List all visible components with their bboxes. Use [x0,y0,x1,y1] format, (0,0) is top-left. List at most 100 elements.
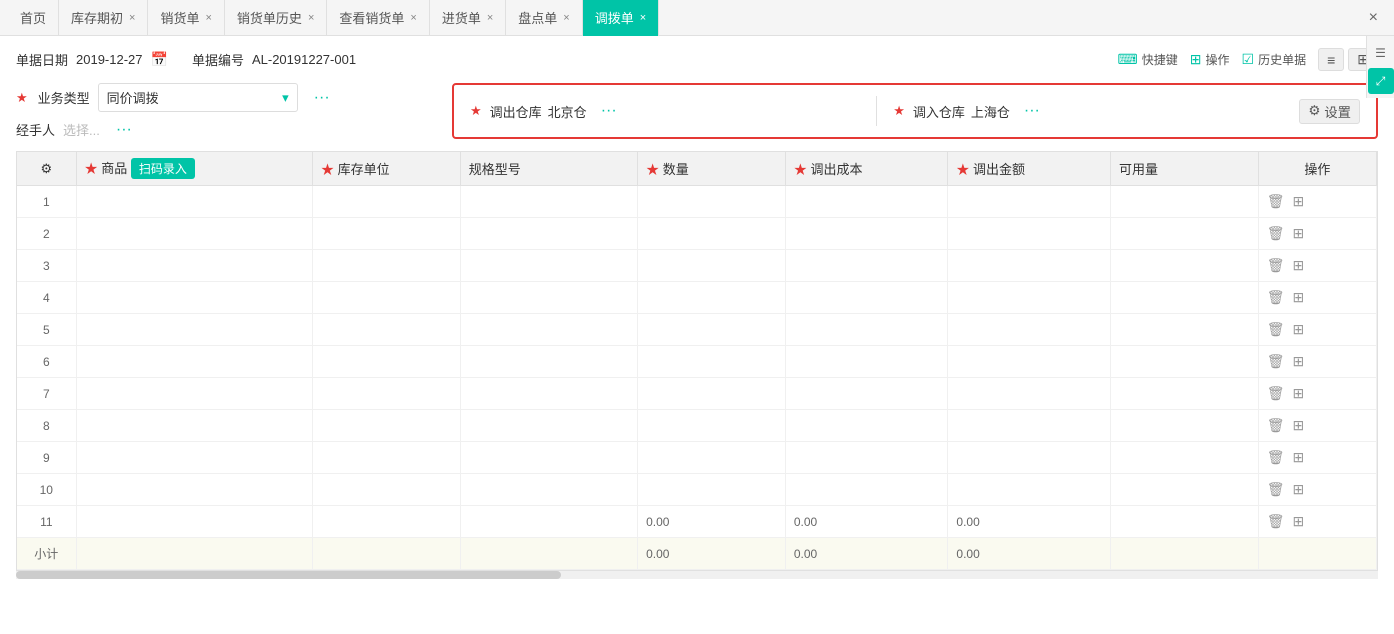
history-button[interactable]: ☑ 历史单据 [1242,51,1307,68]
sidebar-expand-button[interactable]: ⤢ [1368,68,1394,94]
delete-icon[interactable]: 🗑 [1267,513,1285,530]
delete-icon[interactable]: 🗑 [1267,193,1285,210]
copy-icon[interactable]: ⊞ [1293,385,1305,402]
subtotal-label-row: 小计 0.00 0.00 0.00 [17,538,1377,570]
product-cell[interactable] [76,186,312,218]
handler-input[interactable]: 选择... [63,120,100,139]
docno-value: AL-20191227-001 [252,52,356,67]
warehouse-box: ★ 调出仓库 北京仓 ··· ★ 调入仓库 上海仓 ··· ⚙ 设置 [452,83,1378,139]
close-icon[interactable]: × [410,12,416,24]
form-left: ★ 业务类型 同价调拨 ▾ ··· 经手人 选择... ··· [16,83,436,139]
copy-icon[interactable]: ⊞ [1293,193,1305,210]
tab-purchase[interactable]: 进货单 × [430,0,506,36]
col-cost: ★ 调出成本 [785,152,948,186]
close-icon[interactable]: × [640,12,646,24]
subtotal-qty: 0.00 [638,506,786,538]
warehouse-in-more-icon[interactable]: ··· [1024,102,1040,120]
keyboard-icon: ⌨ [1118,51,1138,68]
col-spec: 规格型号 [460,152,637,186]
tab-transfer[interactable]: 调拨单 × [583,0,659,36]
unit-cell[interactable] [313,186,461,218]
warehouse-in-value[interactable]: 上海仓 [971,102,1010,121]
subtotal-qty-2: 0.00 [638,538,786,570]
tab-inventory-init[interactable]: 库存期初 × [59,0,148,36]
table-row: 3 🗑⊞ [17,250,1377,282]
close-all-button[interactable]: × [1361,9,1386,27]
delete-icon[interactable]: 🗑 [1267,321,1285,338]
close-icon[interactable]: × [563,12,569,24]
scroll-thumb [16,571,561,579]
row-num: 1 [17,186,76,218]
form-section: ★ 业务类型 同价调拨 ▾ ··· 经手人 选择... ··· ★ 调出仓库 北… [16,83,1378,139]
warehouse-out-value[interactable]: 北京仓 [548,102,587,121]
warehouse-settings-button[interactable]: ⚙ 设置 [1299,99,1360,124]
row-num: 8 [17,410,76,442]
row-num: 3 [17,250,76,282]
table-row: 8 🗑 ⊞ [17,410,1377,442]
warehouse-in-field: ★ 调入仓库 上海仓 ··· [893,102,1283,121]
delete-icon[interactable]: 🗑 [1267,353,1285,370]
docno-label: 单据编号 [192,50,244,69]
handler-more-icon[interactable]: ··· [116,121,132,139]
copy-icon[interactable]: ⊞ [1293,513,1305,530]
action-cell: 🗑⊞ [1258,346,1376,378]
copy-icon[interactable]: ⊞ [1293,225,1305,242]
handler-row: 经手人 选择... ··· [16,120,436,139]
tab-bar: 首页 库存期初 × 销货单 × 销货单历史 × 查看销货单 × 进货单 × 盘点… [0,0,1394,36]
copy-icon[interactable]: ⊞ [1293,289,1305,306]
cost-cell[interactable] [785,186,948,218]
sidebar-list-button[interactable]: ☰ [1368,40,1394,66]
subtotal-amount: 0.00 [948,506,1111,538]
tab-inventory-count[interactable]: 盘点单 × [506,0,582,36]
subtotal-cost: 0.00 [785,506,948,538]
history-icon: ☑ [1242,51,1255,68]
warehouse-out-more-icon[interactable]: ··· [601,102,617,120]
copy-icon[interactable]: ⊞ [1293,353,1305,370]
col-amount: ★ 调出金额 [948,152,1111,186]
scan-button[interactable]: 扫码录入 [131,158,195,179]
close-icon[interactable]: × [129,12,135,24]
action-cell: 🗑⊞ [1258,250,1376,282]
delete-icon[interactable]: 🗑 [1267,385,1285,402]
action-cell: 🗑⊞ [1258,218,1376,250]
handler-label: 经手人 [16,120,55,139]
delete-icon[interactable]: 🗑 [1267,257,1285,274]
spec-cell[interactable] [460,186,637,218]
operation-button[interactable]: ⊞ 操作 [1190,51,1230,68]
business-type-select[interactable]: 同价调拨 ▾ [98,83,298,112]
action-cell: 🗑⊞ [1258,314,1376,346]
tab-home[interactable]: 首页 [8,0,59,36]
tab-sales-order[interactable]: 销货单 × [148,0,224,36]
docno-field: 单据编号 AL-20191227-001 [192,50,356,69]
close-icon[interactable]: × [205,12,211,24]
copy-icon[interactable]: ⊞ [1293,481,1305,498]
copy-icon[interactable]: ⊞ [1293,417,1305,434]
col-product: ★ 商品 扫码录入 [76,152,312,186]
delete-icon[interactable]: 🗑 [1267,481,1285,498]
row-num: 2 [17,218,76,250]
col-gear[interactable]: ⚙ [17,152,76,186]
subtotal-row: 11 0.00 0.00 0.00 🗑⊞ [17,506,1377,538]
copy-icon[interactable]: ⊞ [1293,257,1305,274]
tab-view-sales[interactable]: 查看销货单 × [327,0,429,36]
qty-cell[interactable] [638,186,786,218]
copy-icon[interactable]: ⊞ [1293,321,1305,338]
copy-icon[interactable]: ⊞ [1293,449,1305,466]
amount-cell[interactable] [948,186,1111,218]
row-num: 7 [17,378,76,410]
close-icon[interactable]: × [308,12,314,24]
close-icon[interactable]: × [487,12,493,24]
avail-cell [1110,186,1258,218]
delete-icon[interactable]: 🗑 [1267,225,1285,242]
required-star: ★ [16,90,28,106]
delete-icon[interactable]: 🗑 [1267,417,1285,434]
date-label: 单据日期 [16,50,68,69]
delete-icon[interactable]: 🗑 [1267,289,1285,306]
delete-icon[interactable]: 🗑 [1267,449,1285,466]
horizontal-scrollbar[interactable] [16,571,1378,579]
layout-list-button[interactable]: ≡ [1318,48,1344,71]
calendar-icon[interactable]: 📅 [151,51,168,68]
shortcut-button[interactable]: ⌨ 快捷键 [1118,51,1178,68]
tab-sales-history[interactable]: 销货单历史 × [225,0,327,36]
more-dots-icon[interactable]: ··· [314,89,330,107]
